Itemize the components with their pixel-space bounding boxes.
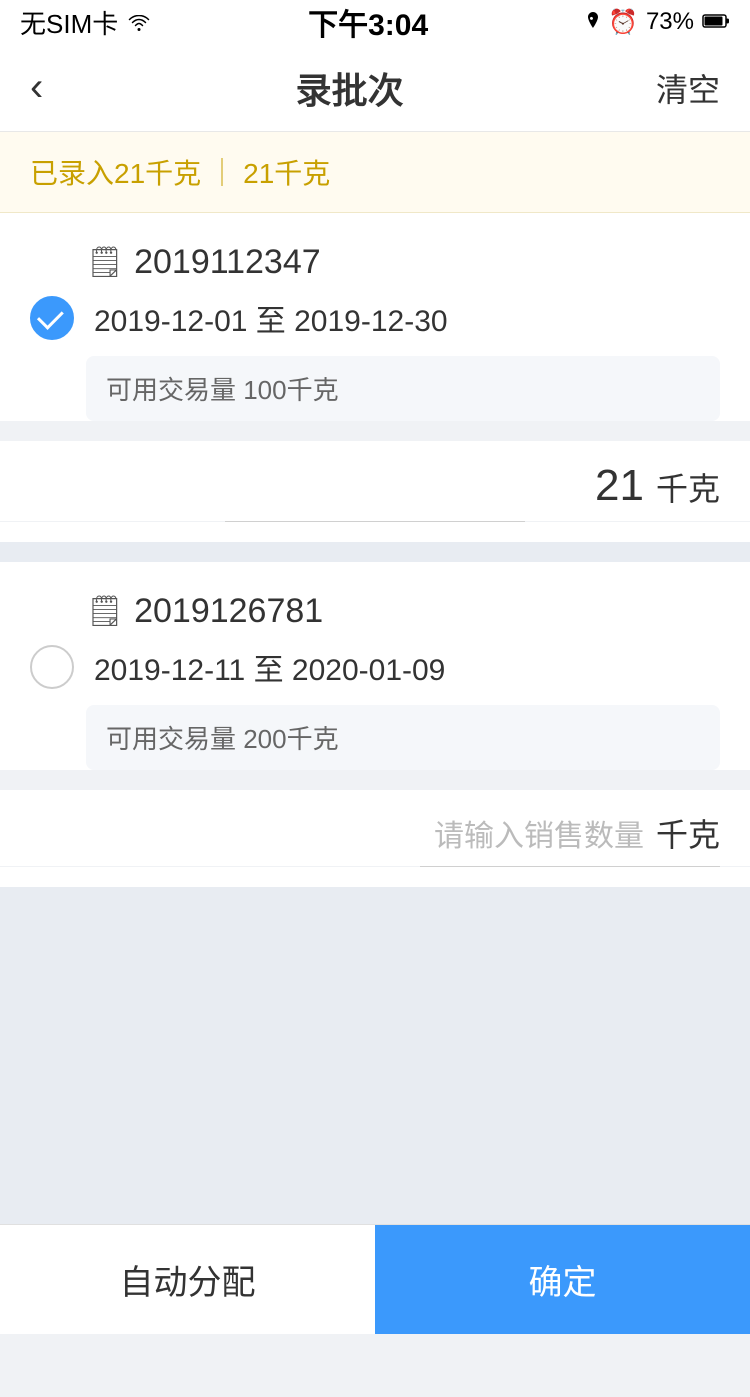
status-bar: 无SIM卡 下午3:04 ⏰ 73% <box>0 0 750 44</box>
item-2-header: 🗒 2019126781 <box>30 592 720 631</box>
battery-text: 73% <box>646 8 694 36</box>
item-1-header: 🗒 2019112347 <box>30 243 720 282</box>
confirm-button[interactable]: 确定 <box>375 1225 750 1334</box>
battery-icon <box>702 8 730 36</box>
item-2-input-unit: 千克 <box>656 810 720 856</box>
wifi-icon <box>128 7 150 38</box>
item-1-id: 2019112347 <box>134 243 321 282</box>
section-sep <box>0 542 750 562</box>
item-1-row[interactable]: 2019-12-01 至 2019-12-30 <box>30 296 720 340</box>
item-1-avail: 可用交易量 100千克 <box>86 356 720 421</box>
carrier-text: 无SIM卡 <box>20 4 118 41</box>
item-2-spacer <box>0 867 750 887</box>
status-right: ⏰ 73% <box>586 8 730 37</box>
content-wrap: 🗒 2019112347 2019-12-01 至 2019-12-30 可用交… <box>0 213 750 1397</box>
page-title: 录批次 <box>296 62 404 114</box>
item-1-spacer <box>0 522 750 542</box>
location-icon <box>586 8 600 36</box>
info-label: 已录入21千克 <box>30 152 201 192</box>
item-2-date: 2019-12-11 至 2020-01-09 <box>94 645 445 689</box>
clear-button[interactable]: 清空 <box>656 65 720 111</box>
item-2-input-row[interactable]: 请输入销售数量 千克 <box>0 790 750 866</box>
nav-bar: ‹ 录批次 清空 <box>0 44 750 132</box>
clock-icon: ⏰ <box>608 8 638 37</box>
item-2-id: 2019126781 <box>134 592 323 631</box>
info-value: 21千克 <box>243 152 330 192</box>
item-1-amount-unit: 千克 <box>656 464 720 510</box>
item-2-icon: 🗒 <box>86 594 124 629</box>
status-time: 下午3:04 <box>308 0 428 44</box>
item-2-avail: 可用交易量 200千克 <box>86 705 720 770</box>
status-left: 无SIM卡 <box>20 4 150 41</box>
auto-distribute-button[interactable]: 自动分配 <box>0 1225 375 1334</box>
item-1-icon: 🗒 <box>86 245 124 280</box>
item-1-amount-row: 21 千克 <box>0 441 750 521</box>
item-card-1: 🗒 2019112347 2019-12-01 至 2019-12-30 可用交… <box>0 213 750 421</box>
bottom-bar: 自动分配 确定 <box>0 1224 750 1334</box>
item-1-amount-value: 21 <box>595 461 644 511</box>
item-2-radio[interactable] <box>30 645 74 689</box>
back-button[interactable]: ‹ <box>30 65 43 110</box>
item-card-2: 🗒 2019126781 2019-12-11 至 2020-01-09 可用交… <box>0 562 750 770</box>
item-1-date: 2019-12-01 至 2019-12-30 <box>94 296 448 340</box>
item-1-radio[interactable] <box>30 296 74 340</box>
item-2-input-placeholder: 请输入销售数量 <box>30 811 644 855</box>
item-2-row[interactable]: 2019-12-11 至 2020-01-09 <box>30 645 720 689</box>
info-divider <box>221 158 223 186</box>
info-bar: 已录入21千克 21千克 <box>0 132 750 213</box>
